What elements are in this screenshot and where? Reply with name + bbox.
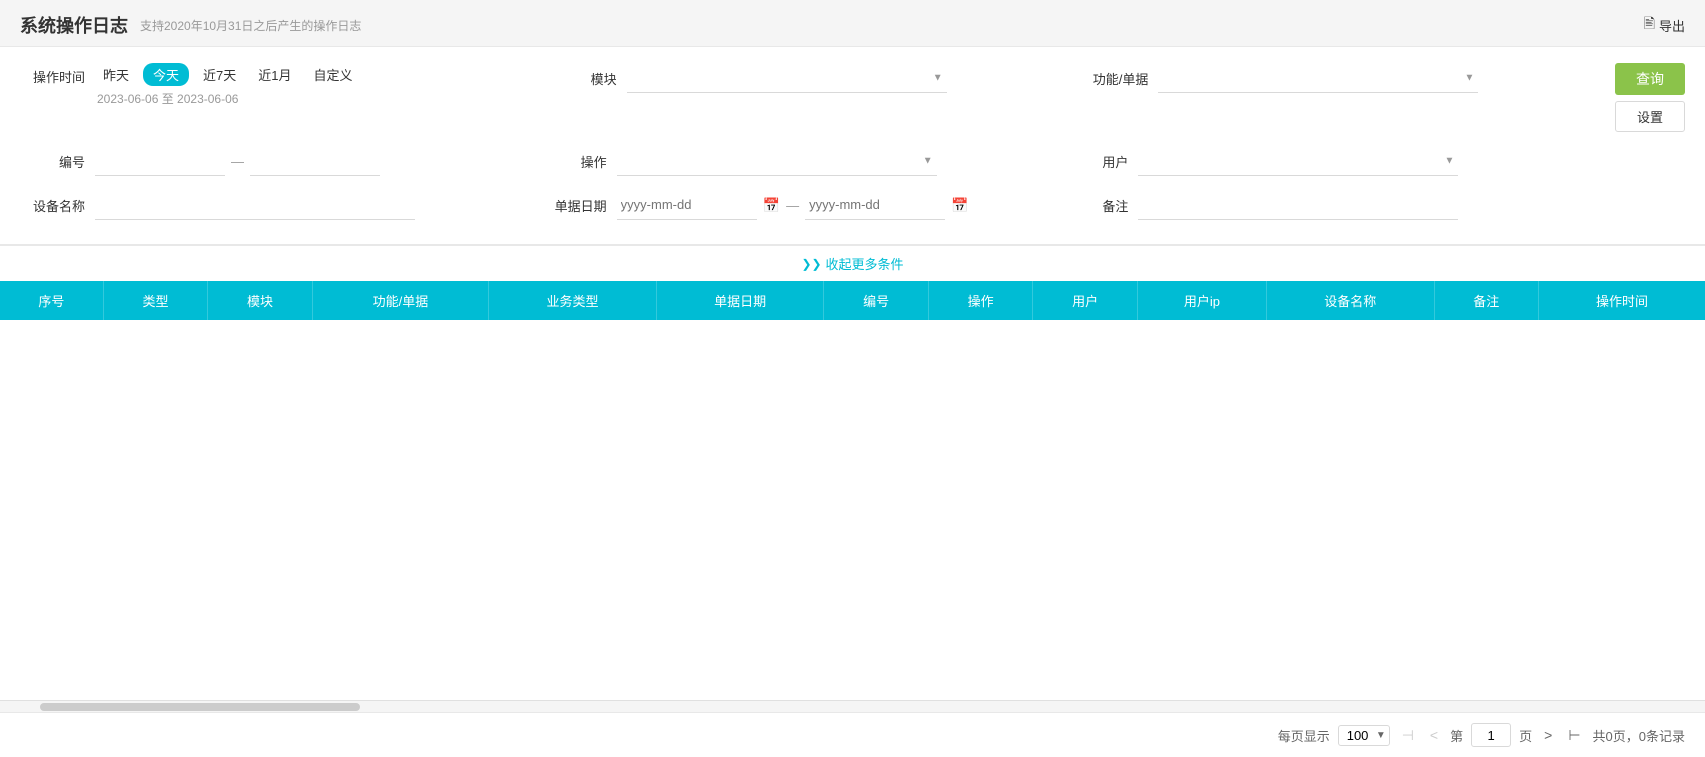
table-header-row: 序号 类型 模块 功能/单据 业务类型 单据日期 编号 操作 用户 用户ip 设… xyxy=(0,281,1705,320)
page-title: 系统操作日志 xyxy=(20,12,128,38)
device-input[interactable] xyxy=(95,190,415,220)
func-label: 功能/单据 xyxy=(1083,69,1148,88)
settings-button[interactable]: 设置 xyxy=(1615,101,1685,132)
collapse-button[interactable]: ❯❯ 收起更多条件 xyxy=(801,254,903,273)
time-btn-custom[interactable]: 自定义 xyxy=(306,63,361,86)
page-subtitle: 支持2020年10月31日之后产生的操作日志 xyxy=(140,17,361,34)
page-suffix: 页 xyxy=(1519,726,1532,745)
export-button[interactable]: 🖹 导出 xyxy=(1644,13,1685,37)
user-label: 用户 xyxy=(1063,152,1128,171)
export-icon: 🖹 xyxy=(1644,13,1655,37)
user-select[interactable] xyxy=(1138,146,1458,176)
time-btn-1month[interactable]: 近1月 xyxy=(250,63,299,86)
col-docdate: 单据日期 xyxy=(656,281,824,320)
col-type: 类型 xyxy=(103,281,207,320)
pagination-bar: 每页显示 100 50 200 ▼ ⊣ < 第 页 > ⊢ 共0页，0条记录 xyxy=(0,712,1705,757)
last-page-button[interactable]: ⊢ xyxy=(1564,725,1584,746)
per-page-label: 每页显示 xyxy=(1278,726,1330,745)
col-remark: 备注 xyxy=(1434,281,1538,320)
time-btn-7days[interactable]: 近7天 xyxy=(195,63,244,86)
per-page-select[interactable]: 100 50 200 xyxy=(1338,725,1390,746)
number-input-from[interactable] xyxy=(95,146,225,176)
col-optime: 操作时间 xyxy=(1539,281,1705,320)
doc-date-label: 单据日期 xyxy=(542,196,607,215)
scrollbar-thumb[interactable] xyxy=(40,703,360,711)
number-label: 编号 xyxy=(20,152,85,171)
total-label: 共0页，0条记录 xyxy=(1593,726,1685,745)
table-body xyxy=(0,320,1705,700)
query-button[interactable]: 查询 xyxy=(1615,63,1685,95)
module-label: 模块 xyxy=(552,69,617,88)
module-select[interactable] xyxy=(627,63,947,93)
collapse-bar: ❯❯ 收起更多条件 xyxy=(0,245,1705,281)
time-range-text: 2023-06-06 至 2023-06-06 xyxy=(97,90,361,107)
col-func: 功能/单据 xyxy=(312,281,488,320)
table-wrapper: 序号 类型 模块 功能/单据 业务类型 单据日期 编号 操作 用户 用户ip 设… xyxy=(0,281,1705,700)
date-dash: — xyxy=(786,198,799,213)
remark-input[interactable] xyxy=(1138,190,1458,220)
device-label: 设备名称 xyxy=(20,196,85,215)
action-buttons: 查询 设置 xyxy=(1615,63,1685,132)
col-biztype: 业务类型 xyxy=(489,281,657,320)
first-page-button[interactable]: ⊣ xyxy=(1398,725,1418,746)
prev-page-button[interactable]: < xyxy=(1426,725,1442,745)
col-module: 模块 xyxy=(208,281,312,320)
calendar-icon-to[interactable]: 📅 xyxy=(951,197,968,214)
col-number: 编号 xyxy=(824,281,928,320)
col-operation: 操作 xyxy=(928,281,1032,320)
time-label: 操作时间 xyxy=(20,67,85,86)
time-btn-today[interactable]: 今天 xyxy=(143,63,189,86)
export-label: 导出 xyxy=(1659,16,1685,35)
col-index: 序号 xyxy=(0,281,103,320)
collapse-icon: ❯❯ xyxy=(801,257,821,271)
col-device: 设备名称 xyxy=(1266,281,1434,320)
time-btn-yesterday[interactable]: 昨天 xyxy=(95,63,137,86)
page-input[interactable] xyxy=(1471,723,1511,747)
func-select[interactable] xyxy=(1158,63,1478,93)
page-label: 第 xyxy=(1450,726,1463,745)
number-input-to[interactable] xyxy=(250,146,380,176)
col-userip: 用户ip xyxy=(1137,281,1266,320)
calendar-icon-from[interactable]: 📅 xyxy=(763,197,780,214)
remark-label: 备注 xyxy=(1063,196,1128,215)
col-user: 用户 xyxy=(1033,281,1137,320)
date-input-from[interactable] xyxy=(617,190,757,220)
data-table: 序号 类型 模块 功能/单据 业务类型 单据日期 编号 操作 用户 用户ip 设… xyxy=(0,281,1705,700)
collapse-label: 收起更多条件 xyxy=(826,254,904,273)
number-dash: — xyxy=(231,154,244,169)
next-page-button[interactable]: > xyxy=(1540,725,1556,745)
operation-select[interactable] xyxy=(617,146,937,176)
filter-area: 操作时间 昨天 今天 近7天 近1月 自定义 2023-06-06 至 2023… xyxy=(0,46,1705,245)
date-input-to[interactable] xyxy=(805,190,945,220)
operation-label: 操作 xyxy=(542,152,607,171)
horizontal-scrollbar[interactable] xyxy=(0,700,1705,712)
